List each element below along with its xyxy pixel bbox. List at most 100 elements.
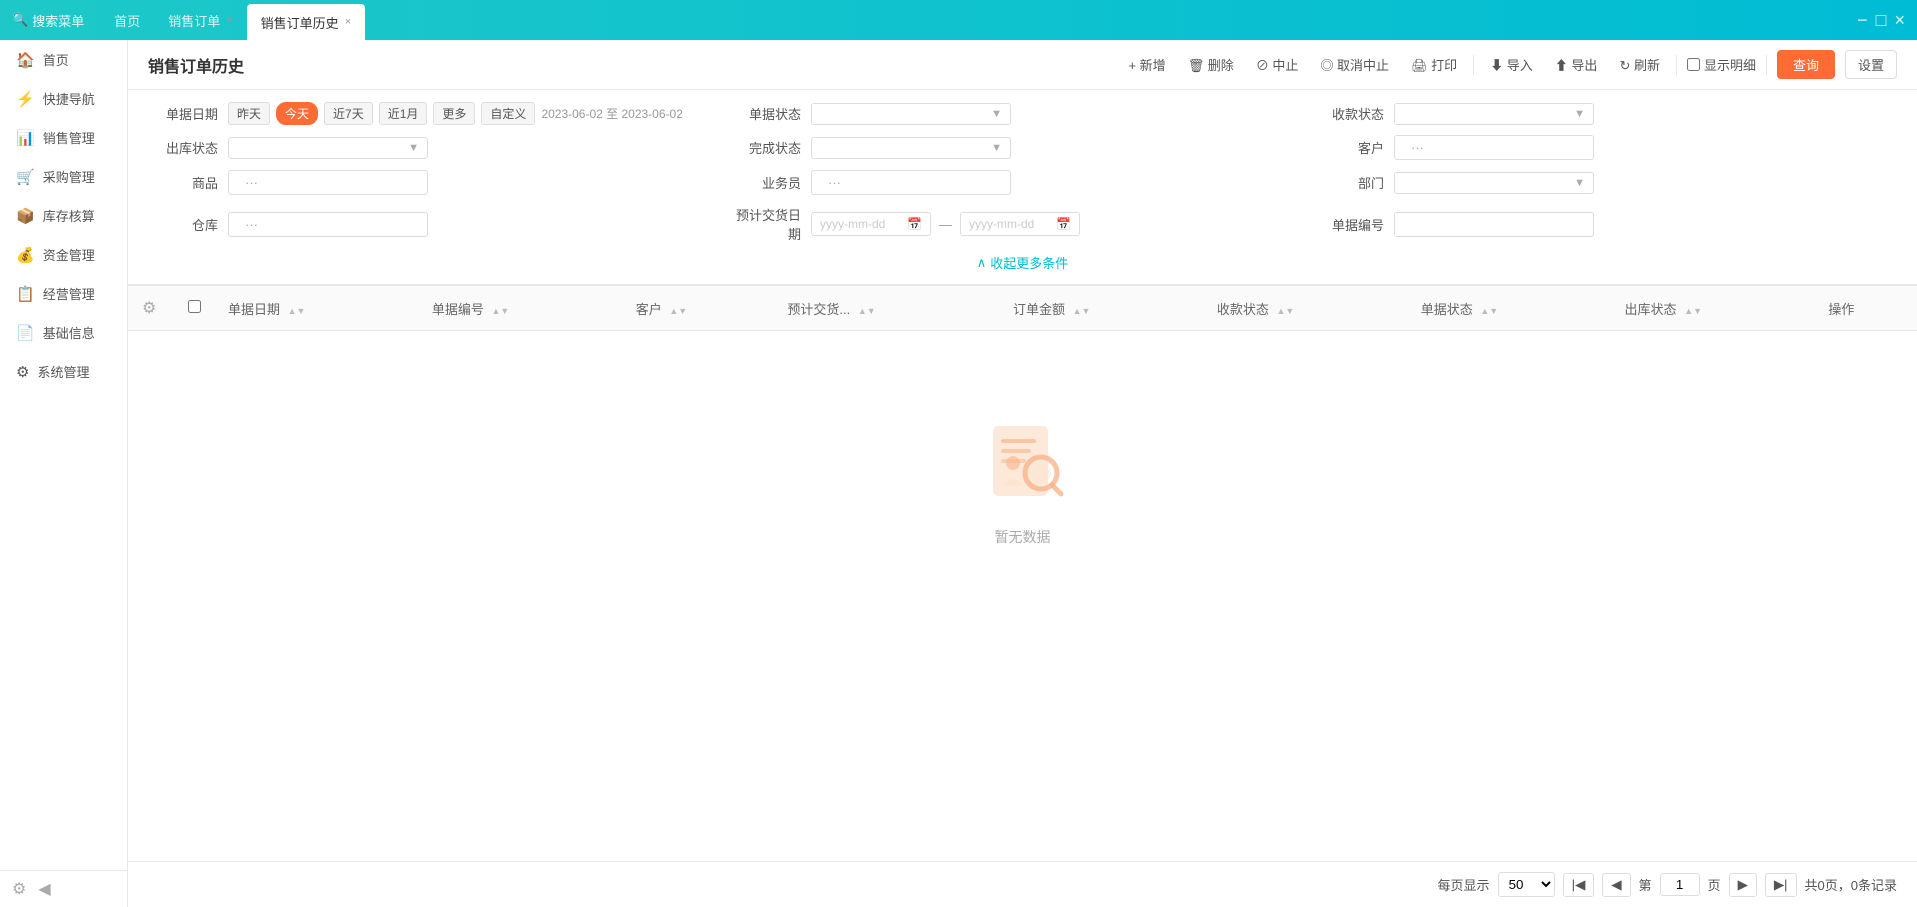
goods-select[interactable]: ··· <box>228 170 428 195</box>
date-tag-7days[interactable]: 近7天 <box>324 102 373 125</box>
order-status-select[interactable]: ▼ <box>811 103 1011 125</box>
page-unit-label: 页 <box>1708 875 1721 894</box>
close-button[interactable]: × <box>1894 10 1905 31</box>
query-button[interactable]: 查询 <box>1777 50 1835 79</box>
sidebar-item-经营管理[interactable]: 📋经营管理 <box>0 274 127 313</box>
calendar-icon: 📅 <box>907 217 922 231</box>
delivery-date-from[interactable]: yyyy-mm-dd 📅 <box>811 212 931 236</box>
dots-icon-2[interactable]: ··· <box>241 175 262 190</box>
sidebar-item-系统管理[interactable]: ⚙系统管理 <box>0 352 127 391</box>
sidebar-icon: 🏠 <box>16 51 35 69</box>
sort-icon-3: ▲▼ <box>669 307 687 316</box>
date-tag-1month[interactable]: 近1月 <box>379 102 428 125</box>
per-page-select[interactable]: 50 10 20 100 <box>1498 872 1555 897</box>
col-no: 单据编号 ▲▼ <box>420 286 624 331</box>
collapse-icon[interactable]: ◀ <box>38 879 50 899</box>
customer-select[interactable]: ··· <box>1394 135 1594 160</box>
table-settings-button[interactable]: ⚙ <box>140 296 158 320</box>
salesperson-filter: ··· <box>811 170 1314 195</box>
setting-button[interactable]: 设置 <box>1845 50 1897 79</box>
empty-row: 暂无数据 <box>128 331 1917 628</box>
receipt-status-select[interactable]: ▼ <box>1394 103 1594 125</box>
sort-icon-7: ▲▼ <box>1480 307 1498 316</box>
calendar-icon-2: 📅 <box>1056 217 1071 231</box>
date-tag-yesterday[interactable]: 昨天 <box>228 102 270 125</box>
sidebar-item-基础信息[interactable]: 📄基础信息 <box>0 313 127 352</box>
sidebar-item-销售管理[interactable]: 📊销售管理 <box>0 118 127 157</box>
settings-icon[interactable]: ⚙ <box>12 879 26 899</box>
warehouse-select[interactable]: ··· <box>228 212 428 237</box>
tab-close-icon[interactable]: × <box>226 14 232 26</box>
order-status-label: 单据状态 <box>731 104 811 123</box>
out-status-select[interactable]: ▼ <box>228 137 428 159</box>
data-table: ⚙ 单据日期 ▲▼ 单据编号 ▲▼ <box>128 285 1917 627</box>
salesperson-label: 业务员 <box>731 173 811 192</box>
sidebar-item-label: 采购管理 <box>43 167 95 186</box>
page-input[interactable] <box>1660 873 1700 896</box>
page-title: 销售订单历史 <box>148 53 244 77</box>
search-menu-btn[interactable]: 🔍 搜索菜单 <box>12 11 84 30</box>
dept-select[interactable]: ▼ <box>1394 172 1594 194</box>
sidebar-item-label: 系统管理 <box>37 362 89 381</box>
sidebar-icon: 📄 <box>16 324 35 342</box>
col-action: 操作 <box>1816 286 1917 331</box>
sidebar-item-资金管理[interactable]: 💰资金管理 <box>0 235 127 274</box>
complete-status-select[interactable]: ▼ <box>811 137 1011 159</box>
dots-icon-3[interactable]: ··· <box>824 175 845 190</box>
salesperson-select[interactable]: ··· <box>811 170 1011 195</box>
delete-button[interactable]: 🗑 删除 <box>1182 51 1240 78</box>
sidebar-item-首页[interactable]: 🏠首页 <box>0 40 127 79</box>
date-tag-more[interactable]: 更多 <box>433 102 475 125</box>
col-date: 单据日期 ▲▼ <box>216 286 420 331</box>
table-settings-col: ⚙ <box>128 286 176 331</box>
sort-icon-6: ▲▼ <box>1276 307 1294 316</box>
goods-filter: ··· <box>228 170 731 195</box>
new-button[interactable]: + 新增 <box>1122 51 1171 78</box>
last-page-button[interactable]: ▶| <box>1765 873 1797 897</box>
sidebar-item-库存核算[interactable]: 📦库存核算 <box>0 196 127 235</box>
stop-button[interactable]: ⊘ 中止 <box>1250 51 1305 78</box>
prev-page-button[interactable]: ◀ <box>1602 873 1630 897</box>
customer-label: 客户 <box>1314 138 1394 157</box>
tab-销售订单[interactable]: 销售订单× <box>154 0 246 40</box>
warehouse-label: 仓库 <box>148 215 228 234</box>
sidebar-item-快捷导航[interactable]: ⚡快捷导航 <box>0 79 127 118</box>
display-detail-checkbox-label[interactable]: 显示明细 <box>1687 55 1756 74</box>
cancel-stop-button[interactable]: ◎ 取消中止 <box>1314 51 1395 78</box>
display-detail-checkbox[interactable] <box>1687 58 1700 71</box>
refresh-button[interactable]: ↻ 刷新 <box>1613 51 1666 78</box>
sort-icon-8: ▲▼ <box>1684 307 1702 316</box>
tab-close-icon[interactable]: × <box>345 16 351 28</box>
sidebar-icon: 📋 <box>16 285 35 303</box>
dept-filter: ▼ <box>1394 172 1897 194</box>
col-out-status: 出库状态 ▲▼ <box>1613 286 1817 331</box>
print-button[interactable]: 🖨 打印 <box>1405 51 1463 78</box>
order-no-label: 单据编号 <box>1314 215 1394 234</box>
export-button[interactable]: ⬆ 导出 <box>1549 51 1604 78</box>
select-all-checkbox[interactable] <box>188 300 201 313</box>
tab-销售订单历史[interactable]: 销售订单历史× <box>247 4 365 40</box>
date-label: 单据日期 <box>148 104 228 123</box>
minimize-button[interactable]: − <box>1857 10 1868 31</box>
table-header-row: ⚙ 单据日期 ▲▼ 单据编号 ▲▼ <box>128 286 1917 331</box>
complete-status-filter: ▼ <box>811 137 1314 159</box>
table-head: ⚙ 单据日期 ▲▼ 单据编号 ▲▼ <box>128 286 1917 331</box>
sidebar-icon: 🛒 <box>16 168 35 186</box>
sidebar-item-采购管理[interactable]: 🛒 采购管理 <box>0 157 127 196</box>
date-tag-today[interactable]: 今天 <box>276 102 318 125</box>
tab-首页[interactable]: 首页 <box>100 0 154 40</box>
date-tag-custom[interactable]: 自定义 <box>481 102 535 125</box>
restore-button[interactable]: □ <box>1876 10 1887 31</box>
first-page-button[interactable]: |◀ <box>1563 873 1595 897</box>
delivery-date-to[interactable]: yyyy-mm-dd 📅 <box>960 212 1080 236</box>
table-container: ⚙ 单据日期 ▲▼ 单据编号 ▲▼ <box>128 285 1917 861</box>
next-page-button[interactable]: ▶ <box>1729 873 1757 897</box>
order-no-input[interactable] <box>1394 212 1594 237</box>
top-bar: 🔍 搜索菜单 首页销售订单×销售订单历史× − □ × <box>0 0 1917 40</box>
dots-icon-4[interactable]: ··· <box>241 217 262 232</box>
sidebar-bottom: ⚙ ◀ <box>0 870 127 907</box>
dots-icon[interactable]: ··· <box>1407 140 1428 155</box>
delivery-date-filter: yyyy-mm-dd 📅 — yyyy-mm-dd 📅 <box>811 212 1314 236</box>
collapse-link[interactable]: ∧ 收起更多条件 <box>148 253 1897 272</box>
import-button[interactable]: ⬇ 导入 <box>1484 51 1539 78</box>
